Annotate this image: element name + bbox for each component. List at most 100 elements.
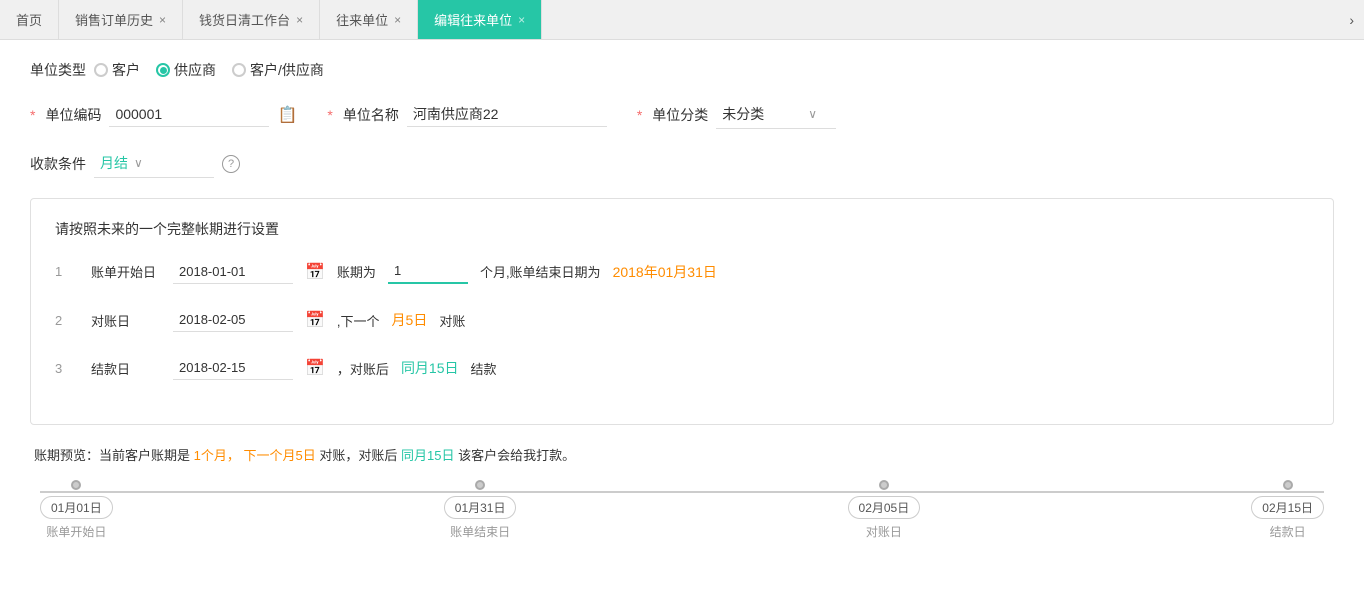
- unit-category-select[interactable]: 未分类 ∨: [716, 100, 836, 129]
- timeline-pill-1: 01月01日: [40, 496, 113, 519]
- payment-condition-row: 收款条件 月结 ∨ ?: [30, 149, 1334, 178]
- preview-label: 账期预览：当前客户账期是: [34, 448, 190, 463]
- payment-prefix: ，对账后: [337, 359, 389, 378]
- reconcile-row: 2 对账日 📅 ,下一个 月5日 对账: [55, 308, 1309, 332]
- timeline-dot-4: [1283, 480, 1293, 490]
- radio-both-circle: [232, 63, 246, 77]
- timeline-line: [40, 491, 1324, 493]
- reconcile-label: 对账日: [91, 311, 161, 330]
- payment-condition-value: 月结: [100, 153, 128, 173]
- close-partner-unit[interactable]: ×: [394, 13, 401, 27]
- timeline-label-4: 结款日: [1270, 523, 1306, 540]
- preview-part3: 对账，对账后: [319, 448, 401, 463]
- payment-condition-select[interactable]: 月结 ∨: [94, 149, 214, 178]
- period-mid: 个月,账单结束日期为: [480, 262, 601, 281]
- timeline-dot-2: [475, 480, 485, 490]
- tab-home[interactable]: 首页: [0, 0, 59, 39]
- billing-start-label: 账单开始日: [91, 262, 161, 281]
- unit-category-arrow: ∨: [808, 107, 817, 121]
- radio-both-label: 客户/供应商: [250, 60, 324, 80]
- unit-category-label: 单位分类: [652, 105, 708, 125]
- preview-part5: 该客户会给我打款。: [458, 448, 575, 463]
- unit-name-input[interactable]: [407, 102, 607, 127]
- section-title: 请按照未来的一个完整帐期进行设置: [55, 219, 1309, 239]
- reconcile-highlight: 月5日: [392, 310, 428, 330]
- reconcile-date[interactable]: [173, 308, 293, 332]
- timeline-pill-4: 02月15日: [1251, 496, 1324, 519]
- radio-supplier-label: 供应商: [174, 60, 216, 80]
- preview-part4: 同月15日: [401, 448, 454, 463]
- unit-category-star: *: [637, 107, 642, 123]
- timeline-container: 01月01日 账单开始日 01月31日 账单结束日 02月05日 对账日: [30, 480, 1334, 540]
- unit-code-field: * 单位编码 📋: [30, 102, 297, 127]
- radio-supplier-circle: [156, 63, 170, 77]
- billing-end-date-highlight: 2018年01月31日: [613, 262, 717, 282]
- payment-suffix: 结款: [471, 359, 497, 378]
- timeline-pill-3: 02月05日: [848, 496, 921, 519]
- preview-part1: 1个月，: [194, 448, 240, 463]
- payment-date[interactable]: [173, 356, 293, 380]
- calendar-icon-1[interactable]: 📅: [305, 262, 325, 282]
- radio-both[interactable]: 客户/供应商: [232, 60, 324, 80]
- preview-section: 账期预览：当前客户账期是 1个月， 下一个月5日 对账，对账后 同月15日 该客…: [30, 445, 1334, 464]
- help-icon[interactable]: ?: [222, 155, 240, 173]
- unit-category-value: 未分类: [722, 104, 802, 124]
- unit-name-field: * 单位名称: [327, 102, 606, 127]
- tab-partner-unit[interactable]: 往来单位 ×: [320, 0, 418, 39]
- period-prefix: 账期为: [337, 262, 376, 281]
- row-num-1: 1: [55, 264, 79, 279]
- payment-label: 结款日: [91, 359, 161, 378]
- unit-type-label: 单位类型: [30, 60, 86, 80]
- timeline-pill-2: 01月31日: [444, 496, 517, 519]
- payment-condition-field: 收款条件 月结 ∨ ?: [30, 149, 240, 178]
- payment-row: 3 结款日 📅 ，对账后 同月15日 结款: [55, 356, 1309, 380]
- billing-section: 请按照未来的一个完整帐期进行设置 1 账单开始日 📅 账期为 个月,账单结束日期…: [30, 198, 1334, 425]
- calendar-icon-2[interactable]: 📅: [305, 310, 325, 330]
- timeline-node-1: 01月01日 账单开始日: [40, 480, 113, 540]
- billing-start-date[interactable]: [173, 260, 293, 284]
- row-num-3: 3: [55, 361, 79, 376]
- close-sales-history[interactable]: ×: [159, 13, 166, 27]
- close-edit-partner[interactable]: ×: [518, 13, 525, 27]
- timeline-dot-3: [879, 480, 889, 490]
- preview-part2: 下一个月5日: [244, 448, 316, 463]
- close-cash-work[interactable]: ×: [296, 13, 303, 27]
- radio-group-unit-type: 客户 供应商 客户/供应商: [94, 60, 324, 80]
- unit-info-row: * 单位编码 📋 * 单位名称 * 单位分类 未分类 ∨: [30, 100, 1334, 129]
- row-num-2: 2: [55, 313, 79, 328]
- payment-condition-arrow: ∨: [134, 156, 143, 170]
- unit-code-star: *: [30, 107, 35, 123]
- timeline-label-3: 对账日: [866, 523, 902, 540]
- billing-start-row: 1 账单开始日 📅 账期为 个月,账单结束日期为 2018年01月31日: [55, 259, 1309, 284]
- tab-bar: 首页 销售订单历史 × 钱货日清工作台 × 往来单位 × 编辑往来单位 × ›: [0, 0, 1364, 40]
- reconcile-prefix: ,下一个: [337, 311, 380, 330]
- unit-type-row: 单位类型 客户 供应商 客户/供应商: [30, 60, 1334, 80]
- calendar-icon-3[interactable]: 📅: [305, 358, 325, 378]
- tab-edit-partner[interactable]: 编辑往来单位 ×: [418, 0, 542, 39]
- tab-sales-history[interactable]: 销售订单历史 ×: [59, 0, 183, 39]
- tab-more-button[interactable]: ›: [1339, 0, 1364, 39]
- timeline-node-4: 02月15日 结款日: [1251, 480, 1324, 540]
- radio-customer[interactable]: 客户: [94, 60, 140, 80]
- main-content: 单位类型 客户 供应商 客户/供应商 * 单位编码: [0, 40, 1364, 608]
- timeline: 01月01日 账单开始日 01月31日 账单结束日 02月05日 对账日: [40, 480, 1324, 540]
- copy-icon[interactable]: 📋: [277, 105, 297, 125]
- unit-name-star: *: [327, 107, 332, 123]
- timeline-dot-1: [71, 480, 81, 490]
- reconcile-suffix: 对账: [439, 311, 465, 330]
- timeline-label-2: 账单结束日: [450, 523, 510, 540]
- payment-condition-label: 收款条件: [30, 154, 86, 174]
- unit-name-label: 单位名称: [343, 105, 399, 125]
- chevron-right-icon: ›: [1349, 12, 1354, 28]
- timeline-node-2: 01月31日 账单结束日: [444, 480, 517, 540]
- radio-customer-circle: [94, 63, 108, 77]
- unit-code-input[interactable]: [109, 102, 269, 127]
- payment-highlight: 同月15日: [401, 358, 459, 378]
- period-input[interactable]: [388, 259, 468, 284]
- timeline-label-1: 账单开始日: [46, 523, 106, 540]
- unit-category-field: * 单位分类 未分类 ∨: [637, 100, 836, 129]
- radio-supplier[interactable]: 供应商: [156, 60, 216, 80]
- tab-cash-work[interactable]: 钱货日清工作台 ×: [183, 0, 320, 39]
- unit-type-field: 单位类型 客户 供应商 客户/供应商: [30, 60, 324, 80]
- radio-customer-label: 客户: [112, 60, 140, 80]
